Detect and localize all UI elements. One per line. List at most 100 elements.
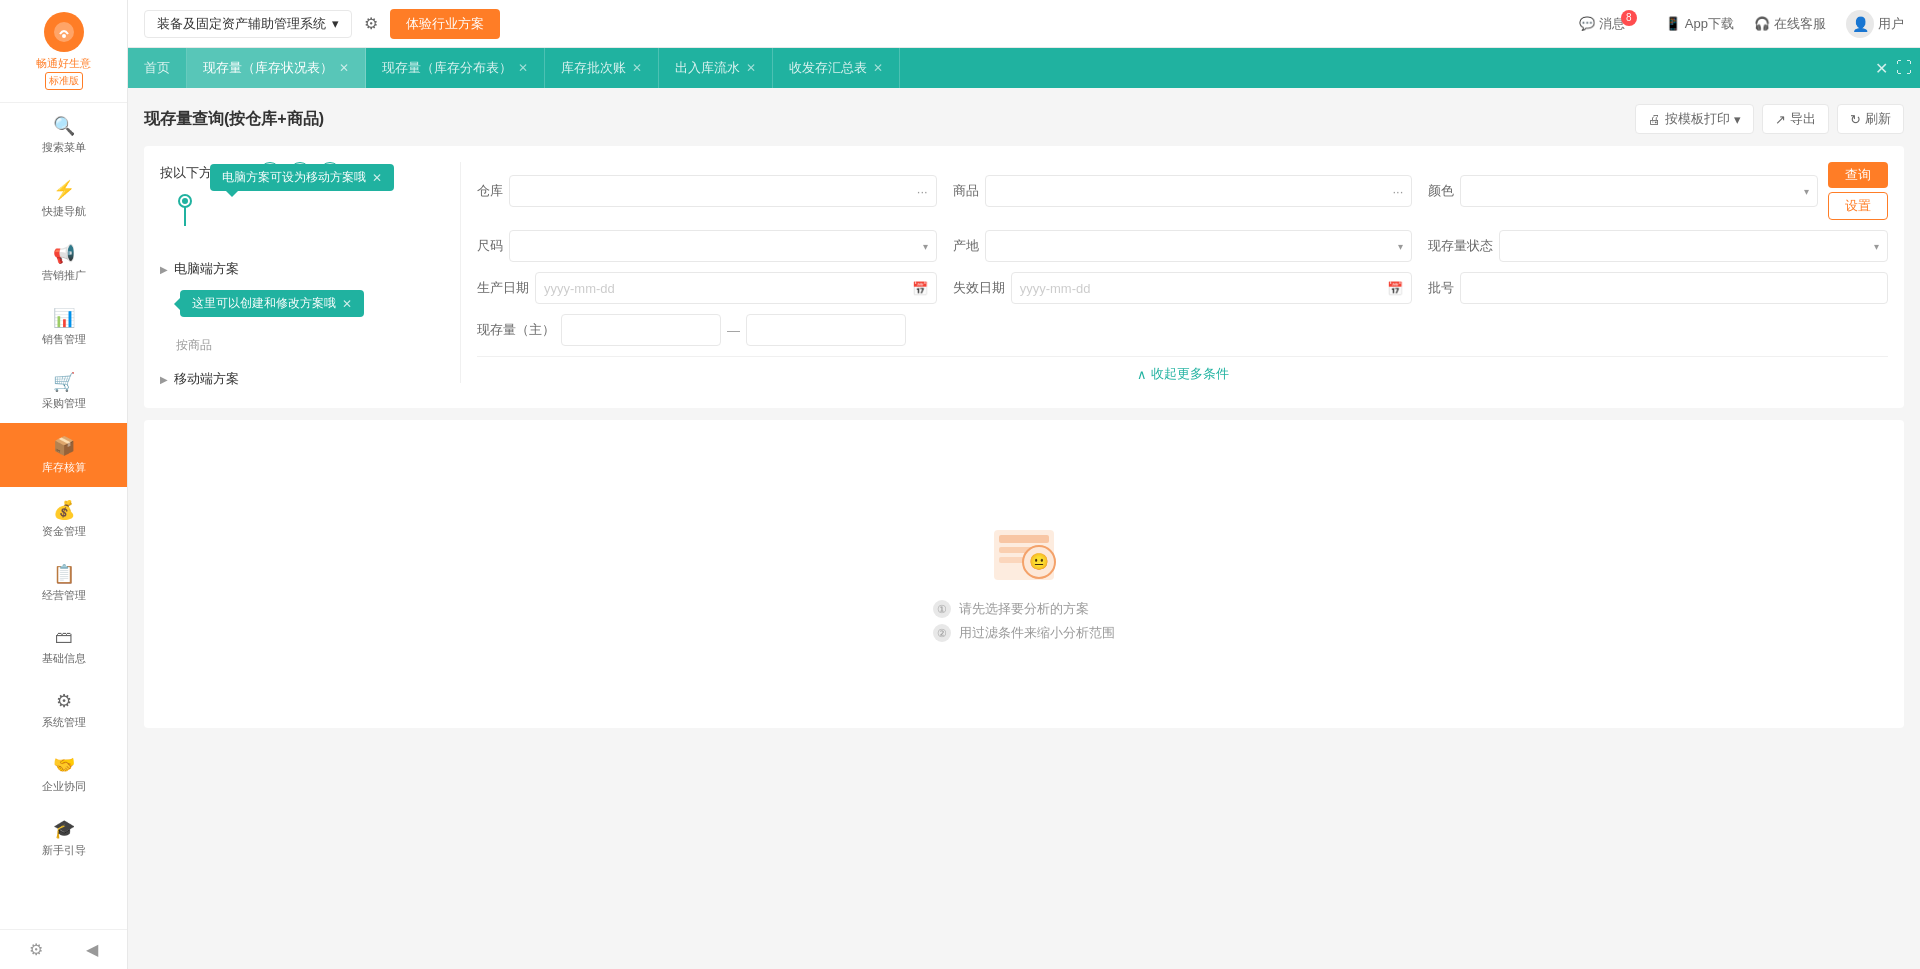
logo-icon <box>44 12 84 52</box>
guide-icon: 🎓 <box>53 818 75 840</box>
prod-date-field: 生产日期 yyyy-mm-dd 📅 <box>477 272 937 304</box>
sidebar-item-system[interactable]: ⚙ 系统管理 <box>0 678 127 742</box>
tooltip1-close[interactable]: ✕ <box>372 171 382 185</box>
tab-inout[interactable]: 出入库流水 ✕ <box>659 48 773 88</box>
expiry-date-field: 失效日期 yyyy-mm-dd 📅 <box>953 272 1413 304</box>
tooltip1-text: 电脑方案可设为移动方案哦 <box>222 169 366 186</box>
tab-home-label: 首页 <box>144 59 170 77</box>
collapse-sidebar-btn[interactable]: ◀ <box>86 940 98 959</box>
system-select[interactable]: 装备及固定资产辅助管理系统 ▾ <box>144 10 352 38</box>
sidebar-item-search[interactable]: 🔍 搜索菜单 <box>0 103 127 167</box>
svg-rect-3 <box>999 535 1049 543</box>
goods-field: 商品 ··· <box>953 162 1413 220</box>
tab-stock-status-close[interactable]: ✕ <box>339 61 349 75</box>
more-dots-icon: ··· <box>917 184 928 199</box>
tab-stock-dist[interactable]: 现存量（库存分布表） ✕ <box>366 48 545 88</box>
expiry-date-input[interactable]: yyyy-mm-dd 📅 <box>1011 272 1413 304</box>
sidebar-item-label: 营销推广 <box>42 268 86 283</box>
tab-batch[interactable]: 库存批次账 ✕ <box>545 48 659 88</box>
prod-date-label: 生产日期 <box>477 279 529 297</box>
warehouse-label: 仓库 <box>477 182 503 200</box>
enterprise-icon: 🤝 <box>53 754 75 776</box>
color-select[interactable]: ▾ <box>1460 175 1818 207</box>
app-download-label: App下载 <box>1685 15 1734 33</box>
avatar: 👤 <box>1846 10 1874 38</box>
online-support-item[interactable]: 🎧 在线客服 <box>1754 15 1826 33</box>
collapse-btn[interactable]: ∧ 收起更多条件 <box>477 356 1888 383</box>
tooltip2-text: 这里可以创建和修改方案哦 <box>192 295 336 312</box>
size-chevron-icon: ▾ <box>923 241 928 252</box>
stock-min-input[interactable] <box>561 314 721 346</box>
search-button[interactable]: 查询 <box>1828 162 1888 188</box>
warehouse-field: 仓库 ··· <box>477 162 937 220</box>
step1-text: 请先选择要分析的方案 <box>959 600 1089 618</box>
chevron-down-icon: ▾ <box>332 16 339 31</box>
reset-button[interactable]: 设置 <box>1828 192 1888 220</box>
finance-icon: 💰 <box>53 499 75 521</box>
collapse-label: 收起更多条件 <box>1151 365 1229 383</box>
empty-step-1: ① 请先选择要分析的方案 <box>933 600 1115 618</box>
sidebar-item-enterprise[interactable]: 🤝 企业协同 <box>0 742 127 806</box>
page-actions: 🖨 按模板打印 ▾ ↗ 导出 ↻ 刷新 <box>1635 104 1904 134</box>
batch-input[interactable] <box>1460 272 1888 304</box>
sidebar-item-marketing[interactable]: 📢 营销推广 <box>0 231 127 295</box>
notification-icon: 💬 <box>1579 16 1595 31</box>
tab-stock-dist-close[interactable]: ✕ <box>518 61 528 75</box>
scheme-desktop-label: 电脑端方案 <box>174 260 239 278</box>
svg-point-1 <box>62 34 66 38</box>
prod-date-input[interactable]: yyyy-mm-dd 📅 <box>535 272 937 304</box>
notification-badge: 8 <box>1621 10 1637 26</box>
scheme-mobile-item[interactable]: ▶ 移动端方案 <box>160 366 460 392</box>
tab-inout-close[interactable]: ✕ <box>746 61 756 75</box>
stock-status-select[interactable]: ▾ <box>1499 230 1888 262</box>
sidebar-item-basic[interactable]: 🗃 基础信息 <box>0 615 127 678</box>
purchase-icon: 🛒 <box>53 371 75 393</box>
online-support-label: 在线客服 <box>1774 15 1826 33</box>
scheme-desktop-item[interactable]: ▶ 电脑端方案 <box>160 256 460 282</box>
app-download-item[interactable]: 📱 App下载 <box>1665 15 1734 33</box>
quick-icon: ⚡ <box>53 179 75 201</box>
tab-summary-close[interactable]: ✕ <box>873 61 883 75</box>
print-label: 按模板打印 <box>1665 110 1730 128</box>
arrow-right-icon: ▶ <box>160 264 168 275</box>
refresh-label: 刷新 <box>1865 110 1891 128</box>
close-all-tabs-btn[interactable]: ✕ <box>1875 59 1888 78</box>
goods-input[interactable]: ··· <box>985 175 1413 207</box>
tab-batch-close[interactable]: ✕ <box>632 61 642 75</box>
scheme-category-item[interactable]: 按商品 <box>160 333 460 358</box>
origin-select[interactable]: ▾ <box>985 230 1413 262</box>
notification-item[interactable]: 💬 消息 8 <box>1579 15 1645 33</box>
settings-icon[interactable]: ⚙ <box>364 14 378 33</box>
tab-stock-dist-label: 现存量（库存分布表） <box>382 59 512 77</box>
tab-stock-status[interactable]: 现存量（库存状况表） ✕ <box>187 48 366 88</box>
sidebar-item-sales[interactable]: 📊 销售管理 <box>0 295 127 359</box>
sidebar-item-purchase[interactable]: 🛒 采购管理 <box>0 359 127 423</box>
prod-date-placeholder: yyyy-mm-dd <box>544 281 615 296</box>
plan-button[interactable]: 体验行业方案 <box>390 9 500 39</box>
print-button[interactable]: 🖨 按模板打印 ▾ <box>1635 104 1754 134</box>
arrow-right-icon2: ▶ <box>160 374 168 385</box>
expand-tabs-btn[interactable]: ⛶ <box>1896 59 1912 77</box>
export-button[interactable]: ↗ 导出 <box>1762 104 1829 134</box>
tab-summary[interactable]: 收发存汇总表 ✕ <box>773 48 900 88</box>
origin-chevron-icon: ▾ <box>1398 241 1403 252</box>
export-icon: ↗ <box>1775 112 1786 127</box>
tab-home[interactable]: 首页 <box>128 48 187 88</box>
user-item[interactable]: 👤 用户 <box>1846 10 1904 38</box>
scheme-category-text: 按商品 <box>176 337 212 354</box>
sidebar-item-inventory[interactable]: 📦 库存核算 <box>0 423 127 487</box>
stock-max-input[interactable] <box>746 314 906 346</box>
refresh-button[interactable]: ↻ 刷新 <box>1837 104 1904 134</box>
empty-illustration: 😐 <box>974 500 1074 600</box>
origin-label: 产地 <box>953 237 979 255</box>
system-icon: ⚙ <box>56 690 72 712</box>
size-select[interactable]: ▾ <box>509 230 937 262</box>
sidebar-item-guide[interactable]: 🎓 新手引导 <box>0 806 127 870</box>
warehouse-input[interactable]: ··· <box>509 175 937 207</box>
printer-icon: 🖨 <box>1648 112 1661 127</box>
sidebar-item-management[interactable]: 📋 经营管理 <box>0 551 127 615</box>
sidebar-item-quick[interactable]: ⚡ 快捷导航 <box>0 167 127 231</box>
settings-footer-btn[interactable]: ⚙ <box>29 940 43 959</box>
tooltip2-close[interactable]: ✕ <box>342 297 352 311</box>
sidebar-item-finance[interactable]: 💰 资金管理 <box>0 487 127 551</box>
